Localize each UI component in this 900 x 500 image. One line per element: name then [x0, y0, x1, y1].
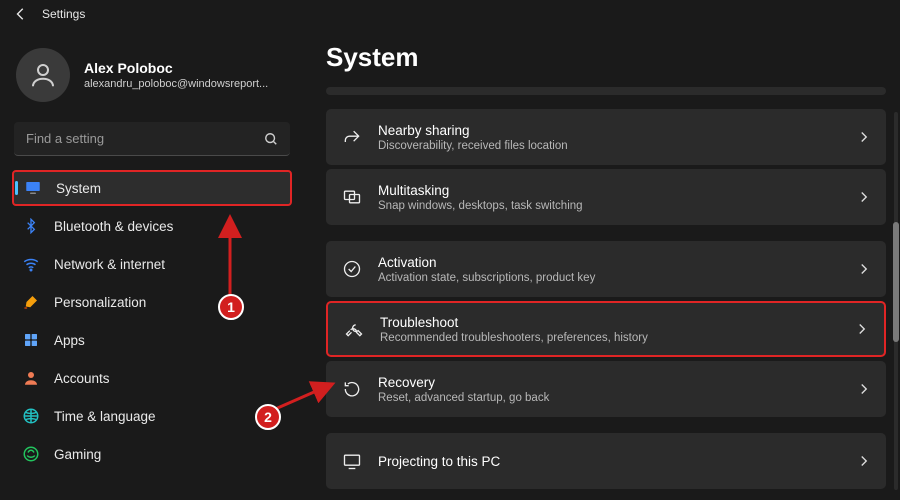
sidebar: Alex Poloboc alexandru_poloboc@windowsre…	[0, 22, 304, 500]
page-title: System	[326, 42, 886, 73]
scrollbar-thumb[interactable]	[893, 222, 899, 342]
card-title: Nearby sharing	[378, 123, 568, 138]
card-title: Multitasking	[378, 183, 583, 198]
card-subtitle: Reset, advanced startup, go back	[378, 392, 549, 404]
chevron-right-icon	[858, 383, 870, 395]
sidebar-item-label: Bluetooth & devices	[54, 219, 173, 234]
multitask-icon	[342, 187, 362, 207]
checkmark-circle-icon	[342, 259, 362, 279]
app-title: Settings	[42, 7, 85, 21]
clock-globe-icon	[22, 407, 40, 425]
sidebar-item-accounts[interactable]: Accounts	[12, 360, 292, 396]
chevron-right-icon	[858, 263, 870, 275]
search-box[interactable]	[14, 122, 290, 156]
card-subtitle: Discoverability, received files location	[378, 140, 568, 152]
gaming-icon	[22, 445, 40, 463]
chevron-right-icon	[858, 191, 870, 203]
main-panel: System Nearby sharing Discoverability, r…	[304, 22, 900, 500]
card-projecting[interactable]: Projecting to this PC	[326, 433, 886, 489]
sidebar-item-label: Personalization	[54, 295, 146, 310]
sidebar-item-label: Accounts	[54, 371, 110, 386]
sidebar-item-gaming[interactable]: Gaming	[12, 436, 292, 472]
chevron-right-icon	[858, 455, 870, 467]
card-multitasking[interactable]: Multitasking Snap windows, desktops, tas…	[326, 169, 886, 225]
bluetooth-icon	[22, 217, 40, 235]
profile-block[interactable]: Alex Poloboc alexandru_poloboc@windowsre…	[8, 40, 296, 116]
profile-email: alexandru_poloboc@windowsreport...	[84, 78, 268, 90]
search-icon	[264, 132, 278, 146]
profile-name: Alex Poloboc	[84, 60, 268, 76]
paintbrush-icon	[22, 293, 40, 311]
sidebar-item-personalization[interactable]: Personalization	[12, 284, 292, 320]
sidebar-item-apps[interactable]: Apps	[12, 322, 292, 358]
card-title: Activation	[378, 255, 595, 270]
card-subtitle: Recommended troubleshooters, preferences…	[380, 332, 648, 344]
settings-cards: Nearby sharing Discoverability, received…	[326, 87, 886, 489]
wrench-icon	[344, 319, 364, 339]
monitor-icon	[24, 179, 42, 197]
sidebar-item-bluetooth[interactable]: Bluetooth & devices	[12, 208, 292, 244]
title-bar: Settings	[0, 0, 900, 22]
chevron-right-icon	[858, 131, 870, 143]
card-edge-cutoff	[326, 87, 886, 95]
sidebar-item-label: Network & internet	[54, 257, 165, 272]
wifi-icon	[22, 255, 40, 273]
sidebar-item-network[interactable]: Network & internet	[12, 246, 292, 282]
project-icon	[342, 451, 362, 471]
card-title: Recovery	[378, 375, 549, 390]
sidebar-item-label: Gaming	[54, 447, 101, 462]
share-icon	[342, 127, 362, 147]
sidebar-item-label: Time & language	[54, 409, 156, 424]
card-title: Troubleshoot	[380, 315, 648, 330]
search-input[interactable]	[26, 131, 264, 146]
card-subtitle: Snap windows, desktops, task switching	[378, 200, 583, 212]
sidebar-item-system[interactable]: System	[12, 170, 292, 206]
recovery-icon	[342, 379, 362, 399]
apps-icon	[22, 331, 40, 349]
avatar	[16, 48, 70, 102]
card-subtitle: Activation state, subscriptions, product…	[378, 272, 595, 284]
sidebar-item-time-language[interactable]: Time & language	[12, 398, 292, 434]
card-activation[interactable]: Activation Activation state, subscriptio…	[326, 241, 886, 297]
chevron-right-icon	[856, 323, 868, 335]
card-nearby-sharing[interactable]: Nearby sharing Discoverability, received…	[326, 109, 886, 165]
back-arrow-icon[interactable]	[14, 7, 28, 21]
sidebar-item-label: System	[56, 181, 101, 196]
card-title: Projecting to this PC	[378, 454, 500, 469]
accounts-icon	[22, 369, 40, 387]
sidebar-item-label: Apps	[54, 333, 85, 348]
sidebar-nav: System Bluetooth & devices Network & int…	[8, 170, 296, 472]
card-recovery[interactable]: Recovery Reset, advanced startup, go bac…	[326, 361, 886, 417]
card-troubleshoot[interactable]: Troubleshoot Recommended troubleshooters…	[326, 301, 886, 357]
